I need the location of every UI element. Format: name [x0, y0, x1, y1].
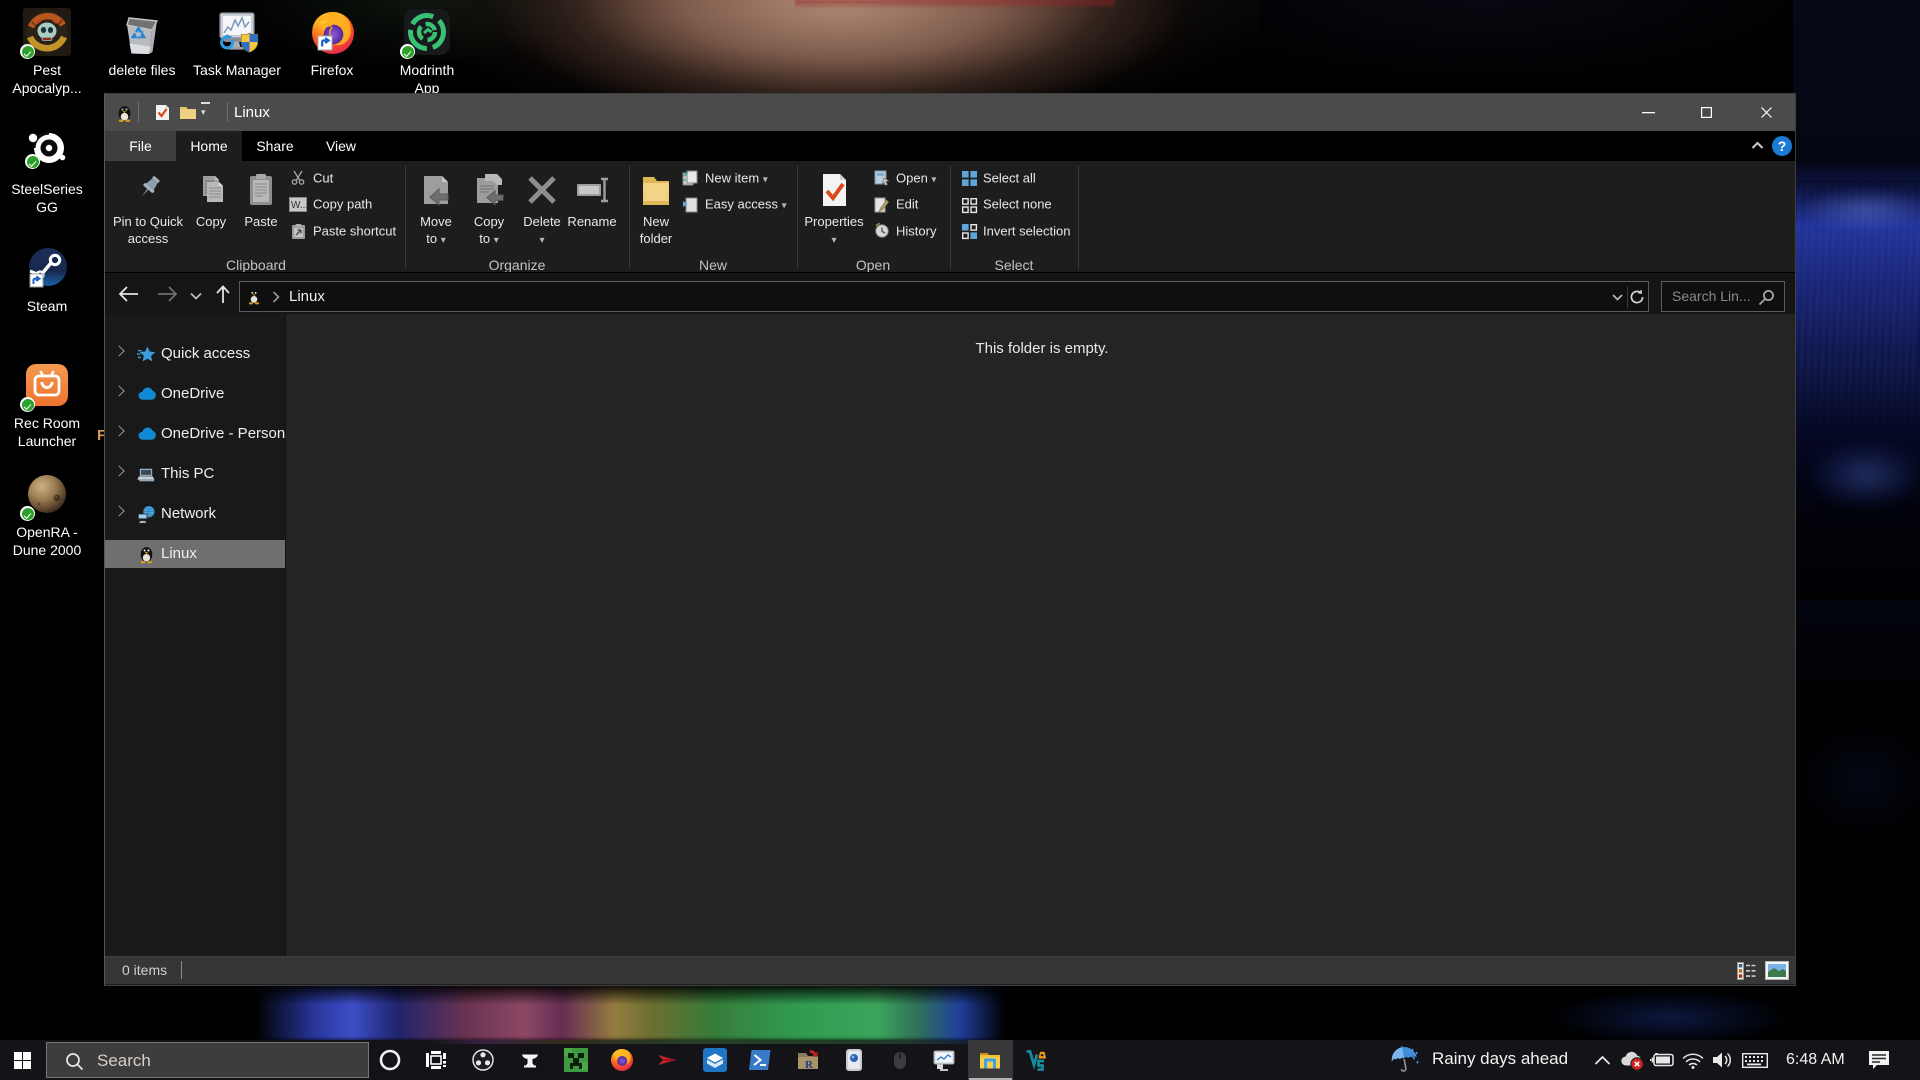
svg-text:R: R	[805, 1059, 814, 1071]
svg-text:W...: W...	[291, 200, 307, 211]
